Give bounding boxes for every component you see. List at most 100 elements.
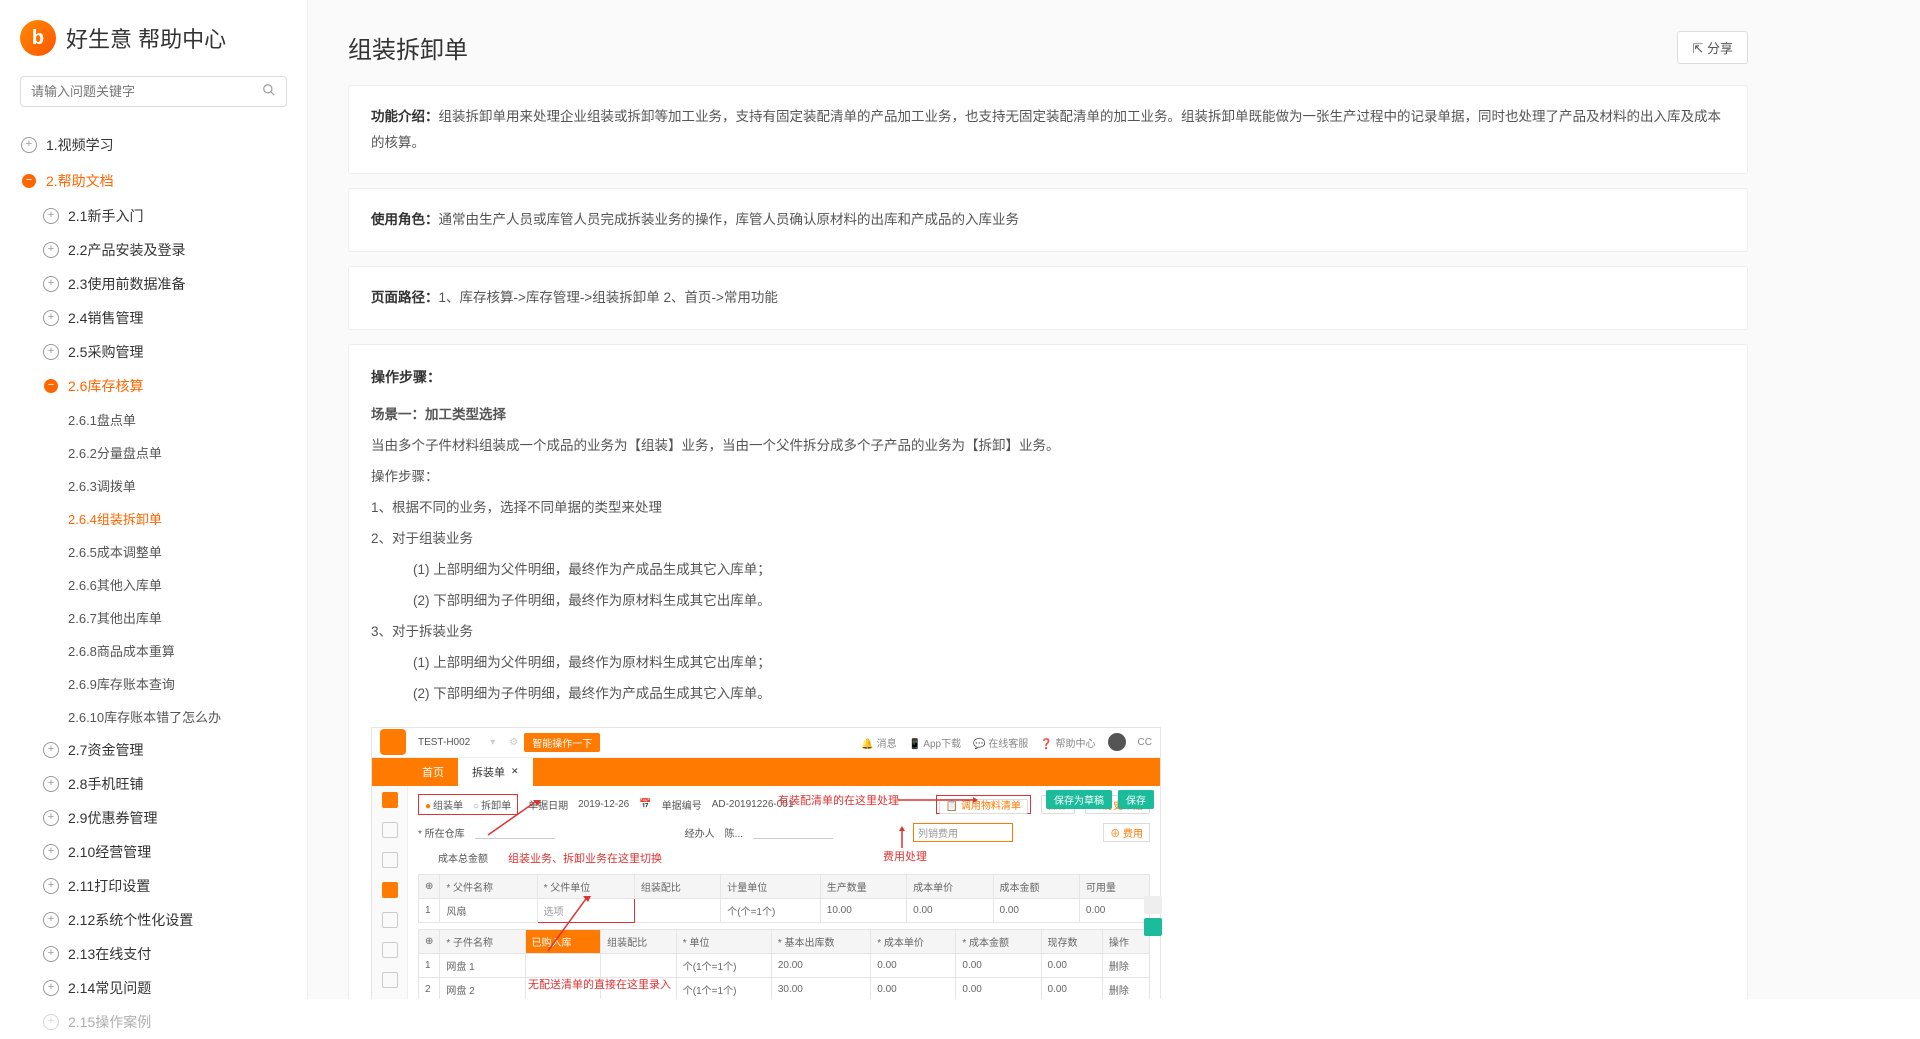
- side-icon: [382, 972, 398, 988]
- nav-label: 2.6库存核算: [68, 376, 143, 396]
- plus-icon: [42, 945, 60, 963]
- nav-leaf-265[interactable]: 2.6.5成本调整单: [68, 535, 287, 568]
- annotation: 无配送清单的直接在这里录入: [528, 976, 671, 992]
- nav-sub-22[interactable]: 2.2产品安装及登录: [42, 233, 287, 267]
- scene-title: 场景一：加工类型选择: [371, 407, 506, 422]
- annotation: 费用处理: [883, 848, 927, 864]
- logo: b 好生意 帮助中心: [20, 20, 287, 56]
- nav-sub-21[interactable]: 2.1新手入门: [42, 199, 287, 233]
- nav-sub-215[interactable]: 2.15操作案例: [42, 1005, 287, 1039]
- nav-list: 1.视频学习 2.帮助文档 2.1新手入门 2.2产品安装及登录 2.3使用前数…: [20, 127, 287, 1039]
- step-text: (2) 下部明细为子件明细，最终作为原材料生成其它出库单。: [371, 587, 1725, 614]
- plus-icon: [42, 309, 60, 327]
- search-icon[interactable]: [262, 83, 276, 100]
- avatar-icon: [1108, 733, 1126, 751]
- nav-leaf-266[interactable]: 2.6.6其他入库单: [68, 568, 287, 601]
- nav-leaf-268[interactable]: 2.6.8商品成本重算: [68, 634, 287, 667]
- steps-heading: 操作步骤：: [371, 367, 1725, 387]
- plus-icon: [42, 275, 60, 293]
- nav-leaf-262[interactable]: 2.6.2分量盘点单: [68, 436, 287, 469]
- search-box[interactable]: [20, 76, 287, 107]
- home-icon: [382, 792, 398, 808]
- nav-sub-28[interactable]: 2.8手机旺铺: [42, 767, 287, 801]
- side-icon: [382, 882, 398, 898]
- nav-label: 2.2产品安装及登录: [68, 240, 185, 260]
- parent-table: ⊕ * 父件名称* 父件单位组装配比计量单位生产数量成本单价成本金额可用量 1风…: [418, 874, 1150, 923]
- nav-label: 2.9优惠券管理: [68, 808, 157, 828]
- close-icon: ✕: [511, 766, 519, 777]
- nav-label: 2.帮助文档: [46, 171, 114, 191]
- nav-sub-214[interactable]: 2.14常见问题: [42, 971, 287, 1005]
- logo-text: 好生意 帮助中心: [66, 22, 226, 54]
- plus-icon: [42, 775, 60, 793]
- nav-label: 2.5采购管理: [68, 342, 143, 362]
- path-label: 页面路径：: [371, 290, 439, 305]
- nav-leaf-267[interactable]: 2.6.7其他出库单: [68, 601, 287, 634]
- nav-label: 2.8手机旺铺: [68, 774, 143, 794]
- date-value: 2019-12-26: [578, 799, 629, 810]
- nav-sub-211[interactable]: 2.11打印设置: [42, 869, 287, 903]
- nav-label: 2.7资金管理: [68, 740, 143, 760]
- shot-tab-home: 首页: [408, 758, 458, 786]
- op-label: 经办人: [685, 825, 715, 840]
- side-icon: [382, 942, 398, 958]
- plus-icon: [20, 136, 38, 154]
- nav-item-docs[interactable]: 2.帮助文档: [20, 163, 287, 199]
- nav-label: 2.13在线支付: [68, 944, 151, 964]
- side-icon: [382, 852, 398, 868]
- plus-icon: [42, 741, 60, 759]
- step-text: 1、根据不同的业务，选择不同单据的类型来处理: [371, 494, 1725, 521]
- nav-label: 1.视频学习: [46, 135, 114, 155]
- plus-icon: [42, 241, 60, 259]
- nav-sub-23[interactable]: 2.3使用前数据准备: [42, 267, 287, 301]
- cost-label: 成本总金额: [438, 850, 488, 865]
- code-label: 单据编号: [662, 797, 702, 812]
- plus-icon: [42, 1013, 60, 1031]
- fee-input: 列销费用: [913, 823, 1013, 842]
- search-input[interactable]: [31, 84, 262, 99]
- embedded-screenshot: TEST-H002 ▾ ⚙ 智能操作一下 🔔 消息 📱 App下载 💬 在线客服…: [371, 727, 1161, 999]
- page-title: 组装拆卸单: [348, 30, 468, 65]
- plus-icon: [42, 207, 60, 225]
- plus-icon: [42, 843, 60, 861]
- nav-leaf-269[interactable]: 2.6.9库存账本查询: [68, 667, 287, 700]
- nav-leaf-264[interactable]: 2.6.4组装拆卸单: [68, 502, 287, 535]
- nav-item-video[interactable]: 1.视频学习: [20, 127, 287, 163]
- tool-icon: [1144, 896, 1162, 914]
- nav-sub-213[interactable]: 2.13在线支付: [42, 937, 287, 971]
- intro-text: 组装拆卸单用来处理企业组装或拆卸等加工业务，支持有固定装配清单的产品加工业务，也…: [371, 109, 1721, 150]
- role-label: 使用角色：: [371, 212, 439, 227]
- share-icon: ⇱: [1692, 41, 1703, 56]
- wh-label: * 所在仓库: [418, 825, 465, 840]
- plus-icon: [42, 343, 60, 361]
- share-label: 分享: [1707, 41, 1733, 56]
- nav-sub-212[interactable]: 2.12系统个性化设置: [42, 903, 287, 937]
- plus-icon: [42, 877, 60, 895]
- path-text: 1、库存核算->库存管理->组装拆卸单 2、首页->常用功能: [439, 290, 778, 305]
- path-card: 页面路径：1、库存核算->库存管理->组装拆卸单 2、首页->常用功能: [348, 266, 1748, 330]
- nav-label: 2.10经营管理: [68, 842, 151, 862]
- nav-leaf-263[interactable]: 2.6.3调拨单: [68, 469, 287, 502]
- nav-sub-26[interactable]: 2.6库存核算: [42, 369, 287, 403]
- nav-sub-27[interactable]: 2.7资金管理: [42, 733, 287, 767]
- plus-icon: [42, 809, 60, 827]
- step-text: 3、对于拆装业务: [371, 618, 1725, 645]
- nav-sub-210[interactable]: 2.10经营管理: [42, 835, 287, 869]
- nav-label: 2.11打印设置: [68, 876, 150, 896]
- logo-icon: b: [20, 20, 56, 56]
- shot-tab-active: 拆装单✕: [458, 758, 533, 786]
- nav-sub-24[interactable]: 2.4销售管理: [42, 301, 287, 335]
- side-icon: [382, 822, 398, 838]
- annotation: 组装业务、拆卸业务在这里切换: [508, 850, 662, 866]
- share-button[interactable]: ⇱ 分享: [1677, 31, 1748, 64]
- nav-sub-25[interactable]: 2.5采购管理: [42, 335, 287, 369]
- op-value: 陈...: [725, 825, 743, 840]
- nav-sub-29[interactable]: 2.9优惠券管理: [42, 801, 287, 835]
- radio-assemble: 组装单: [425, 797, 463, 812]
- plus-icon: [42, 979, 60, 997]
- tool-icon: [1144, 918, 1162, 936]
- nav-leaf-261[interactable]: 2.6.1盘点单: [68, 403, 287, 436]
- nav-leaf-2610[interactable]: 2.6.10库存账本错了怎么办: [68, 700, 287, 733]
- step-text: (1) 上部明细为父件明细，最终作为原材料生成其它出库单；: [371, 649, 1725, 676]
- step-text: 当由多个子件材料组装成一个成品的业务为【组装】业务，当由一个父件拆分成多个子产品…: [371, 432, 1725, 459]
